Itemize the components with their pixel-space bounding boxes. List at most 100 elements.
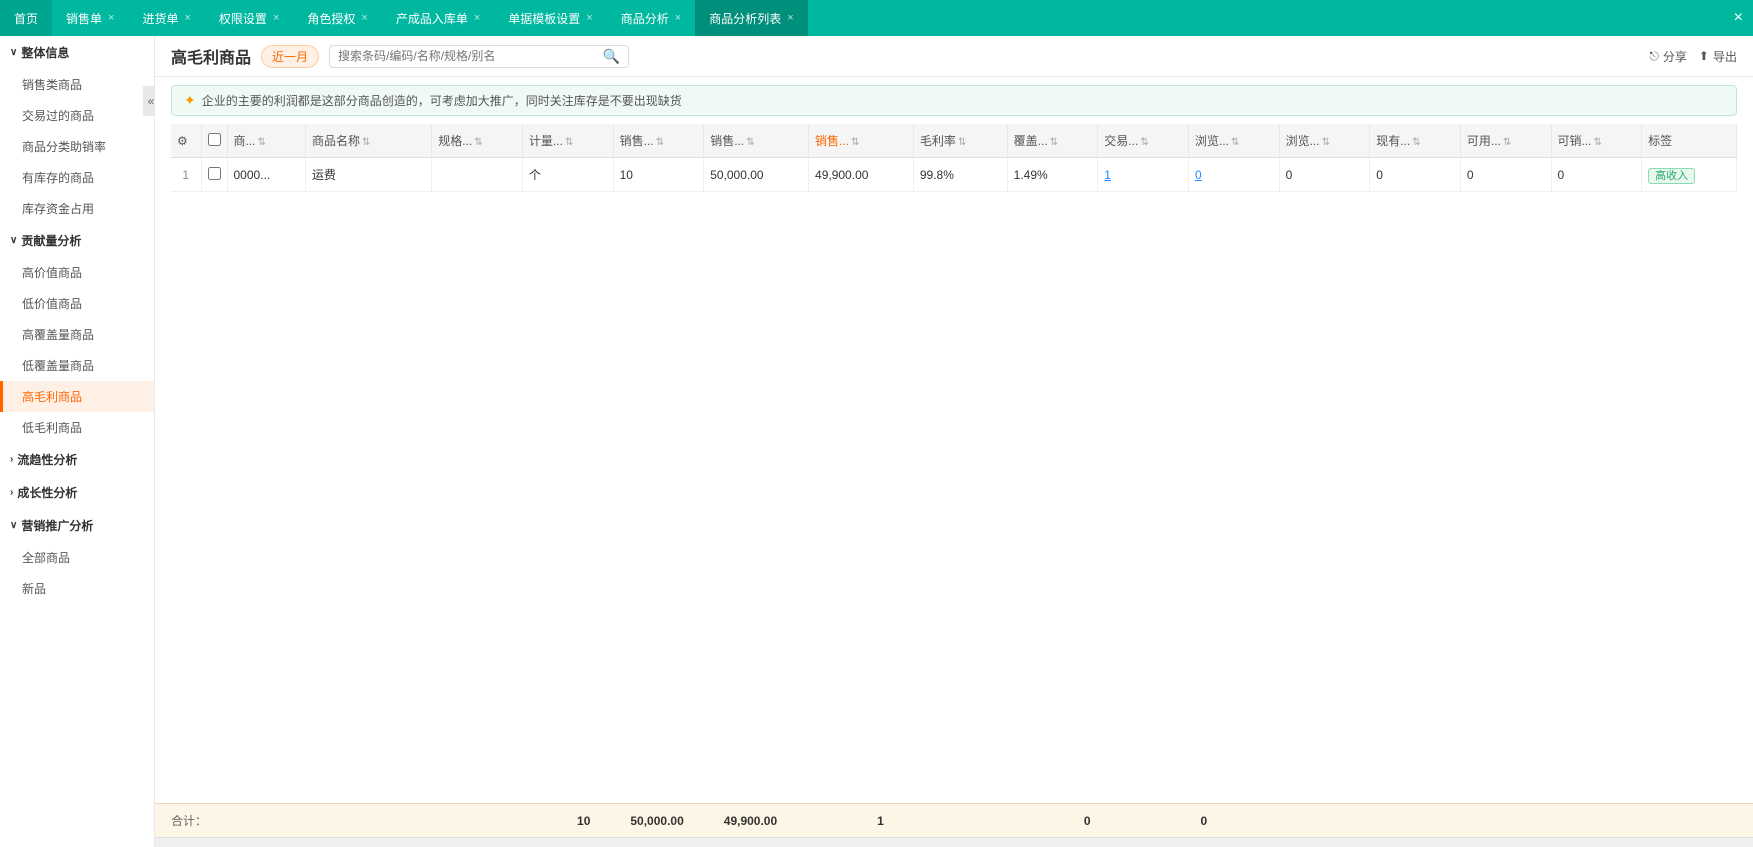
select-all-checkbox[interactable] xyxy=(208,133,221,146)
sort-sale-cost: ⇅ xyxy=(851,137,859,148)
row-sale-amount: 50,000.00 xyxy=(704,158,809,192)
share-icon: ⎋ xyxy=(1649,49,1659,64)
arrow-marketing: ∨ xyxy=(10,520,17,531)
search-input[interactable] xyxy=(338,49,603,63)
col-sale-qty[interactable]: 销售...⇅ xyxy=(613,124,704,158)
footer-stock-saleable: 0 xyxy=(1201,814,1208,828)
col-coverage[interactable]: 覆盖...⇅ xyxy=(1007,124,1098,158)
nav-permission[interactable]: 权限设置 × xyxy=(205,0,293,36)
arrow-trend: › xyxy=(10,454,13,465)
col-unit[interactable]: 计量...⇅ xyxy=(522,124,613,158)
col-views1[interactable]: 浏览...⇅ xyxy=(1188,124,1279,158)
sort-stock-saleable: ⇅ xyxy=(1594,137,1602,148)
footer-transactions: 1 xyxy=(877,814,884,828)
sort-gross-margin: ⇅ xyxy=(958,137,966,148)
nav-sales[interactable]: 销售单 × xyxy=(52,0,128,36)
sidebar-item-category-rate[interactable]: 商品分类助销率 xyxy=(0,131,154,162)
sidebar-item-low-coverage[interactable]: 低覆盖量商品 xyxy=(0,350,154,381)
sidebar-item-all-goods[interactable]: 全部商品 xyxy=(0,542,154,573)
sidebar-item-new-goods[interactable]: 新品 xyxy=(0,573,154,604)
transactions-link[interactable]: 1 xyxy=(1104,168,1111,182)
sidebar-group-trend[interactable]: › 流趋性分析 xyxy=(0,443,154,476)
col-transactions[interactable]: 交易...⇅ xyxy=(1098,124,1189,158)
arrow-contribution: ∨ xyxy=(10,235,17,246)
close-all-btn[interactable]: × xyxy=(1734,9,1743,27)
row-spec xyxy=(432,158,523,192)
sidebar-item-in-stock[interactable]: 有库存的商品 xyxy=(0,162,154,193)
search-icon[interactable]: 🔍 xyxy=(603,48,620,65)
col-settings[interactable]: ⚙ xyxy=(171,124,201,158)
sidebar-item-high-value[interactable]: 高价值商品 xyxy=(0,257,154,288)
close-sales-tab[interactable]: × xyxy=(108,12,114,24)
row-name: 运费 xyxy=(305,158,431,192)
row-num: 1 xyxy=(171,158,201,192)
close-role-tab[interactable]: × xyxy=(361,12,367,24)
sort-name: ⇅ xyxy=(362,137,370,148)
sort-stock-available: ⇅ xyxy=(1503,137,1511,148)
sidebar-collapse-btn[interactable]: « xyxy=(143,86,155,116)
filter-recent-month-btn[interactable]: 近一月 xyxy=(261,45,319,68)
export-btn[interactable]: ⬆ 导出 xyxy=(1699,48,1737,65)
export-icon: ⬆ xyxy=(1699,49,1709,63)
sidebar-item-sales-goods[interactable]: 销售类商品 xyxy=(0,69,154,100)
col-spec[interactable]: 规格...⇅ xyxy=(432,124,523,158)
footer-label: 合计： xyxy=(171,812,207,829)
sidebar-group-marketing[interactable]: ∨ 营销推广分析 xyxy=(0,509,154,542)
nav-purchase[interactable]: 进货单 × xyxy=(128,0,204,36)
nav-template[interactable]: 单据模板设置 × xyxy=(494,0,606,36)
col-tag[interactable]: 标签 xyxy=(1642,124,1737,158)
sidebar-item-stock-capital[interactable]: 库存资金占用 xyxy=(0,193,154,224)
nav-home[interactable]: 首页 xyxy=(0,0,52,36)
close-product-inbound-tab[interactable]: × xyxy=(474,12,480,24)
nav-role[interactable]: 角色授权 × xyxy=(293,0,381,36)
col-sale-cost[interactable]: 销售...⇅ xyxy=(809,124,914,158)
col-stock-saleable[interactable]: 可销...⇅ xyxy=(1551,124,1642,158)
nav-goods-analysis[interactable]: 商品分析 × xyxy=(607,0,695,36)
col-gross-margin[interactable]: 毛利率⇅ xyxy=(913,124,1007,158)
col-name[interactable]: 商品名称⇅ xyxy=(305,124,431,158)
sidebar-item-low-value[interactable]: 低价值商品 xyxy=(0,288,154,319)
row-checkbox[interactable] xyxy=(201,158,227,192)
row-coverage: 1.49% xyxy=(1007,158,1098,192)
col-sale-amount[interactable]: 销售...⇅ xyxy=(704,124,809,158)
footer-sale-qty: 10 xyxy=(577,814,590,828)
sidebar-item-high-coverage[interactable]: 高覆盖量商品 xyxy=(0,319,154,350)
row-stock-available: 0 xyxy=(1460,158,1551,192)
page-title: 高毛利商品 xyxy=(171,44,251,68)
sort-transactions: ⇅ xyxy=(1140,137,1148,148)
row-code[interactable]: 0000... xyxy=(227,158,305,192)
close-goods-analysis-tab[interactable]: × xyxy=(675,12,681,24)
main-layout: « ∨ 整体信息 销售类商品 交易过的商品 商品分类助销率 有库存的商品 库存资… xyxy=(0,36,1753,847)
row-sale-qty: 10 xyxy=(613,158,704,192)
nav-product-inbound[interactable]: 产成品入库单 × xyxy=(382,0,494,36)
views1-link[interactable]: 0 xyxy=(1195,168,1202,182)
row-select-checkbox[interactable] xyxy=(208,167,221,180)
close-permission-tab[interactable]: × xyxy=(273,12,279,24)
sidebar-group-overall[interactable]: ∨ 整体信息 xyxy=(0,36,154,69)
col-stock-available[interactable]: 可用...⇅ xyxy=(1460,124,1551,158)
close-template-tab[interactable]: × xyxy=(586,12,592,24)
sort-views1: ⇅ xyxy=(1231,137,1239,148)
col-stock-current[interactable]: 现有...⇅ xyxy=(1370,124,1461,158)
row-transactions: 1 xyxy=(1098,158,1189,192)
sidebar-item-traded-goods[interactable]: 交易过的商品 xyxy=(0,100,154,131)
row-stock-saleable: 0 xyxy=(1551,158,1642,192)
sort-views2: ⇅ xyxy=(1322,137,1330,148)
sidebar-group-growth[interactable]: › 成长性分析 xyxy=(0,476,154,509)
sidebar-group-contribution[interactable]: ∨ 贡献量分析 xyxy=(0,224,154,257)
sort-coverage: ⇅ xyxy=(1050,137,1058,148)
close-goods-analysis-list-tab[interactable]: × xyxy=(787,12,793,24)
sidebar-item-low-margin[interactable]: 低毛利商品 xyxy=(0,412,154,443)
sidebar-item-high-margin[interactable]: 高毛利商品 xyxy=(0,381,154,412)
row-sale-cost: 49,900.00 xyxy=(809,158,914,192)
nav-goods-analysis-list[interactable]: 商品分析列表 × xyxy=(695,0,807,36)
footer-sale-amount: 50,000.00 xyxy=(630,814,683,828)
col-checkbox[interactable] xyxy=(201,124,227,158)
col-views2[interactable]: 浏览...⇅ xyxy=(1279,124,1370,158)
share-btn[interactable]: ⎋ 分享 xyxy=(1649,48,1687,65)
table-container[interactable]: ⚙ 商...⇅ 商品名称⇅ 规格...⇅ 计量...⇅ 销售...⇅ 销售...… xyxy=(171,124,1737,803)
content-header: 高毛利商品 近一月 🔍 ⎋ 分享 ⬆ 导出 xyxy=(155,36,1753,77)
close-purchase-tab[interactable]: × xyxy=(184,12,190,24)
col-code[interactable]: 商...⇅ xyxy=(227,124,305,158)
horizontal-scrollbar[interactable] xyxy=(155,837,1753,847)
